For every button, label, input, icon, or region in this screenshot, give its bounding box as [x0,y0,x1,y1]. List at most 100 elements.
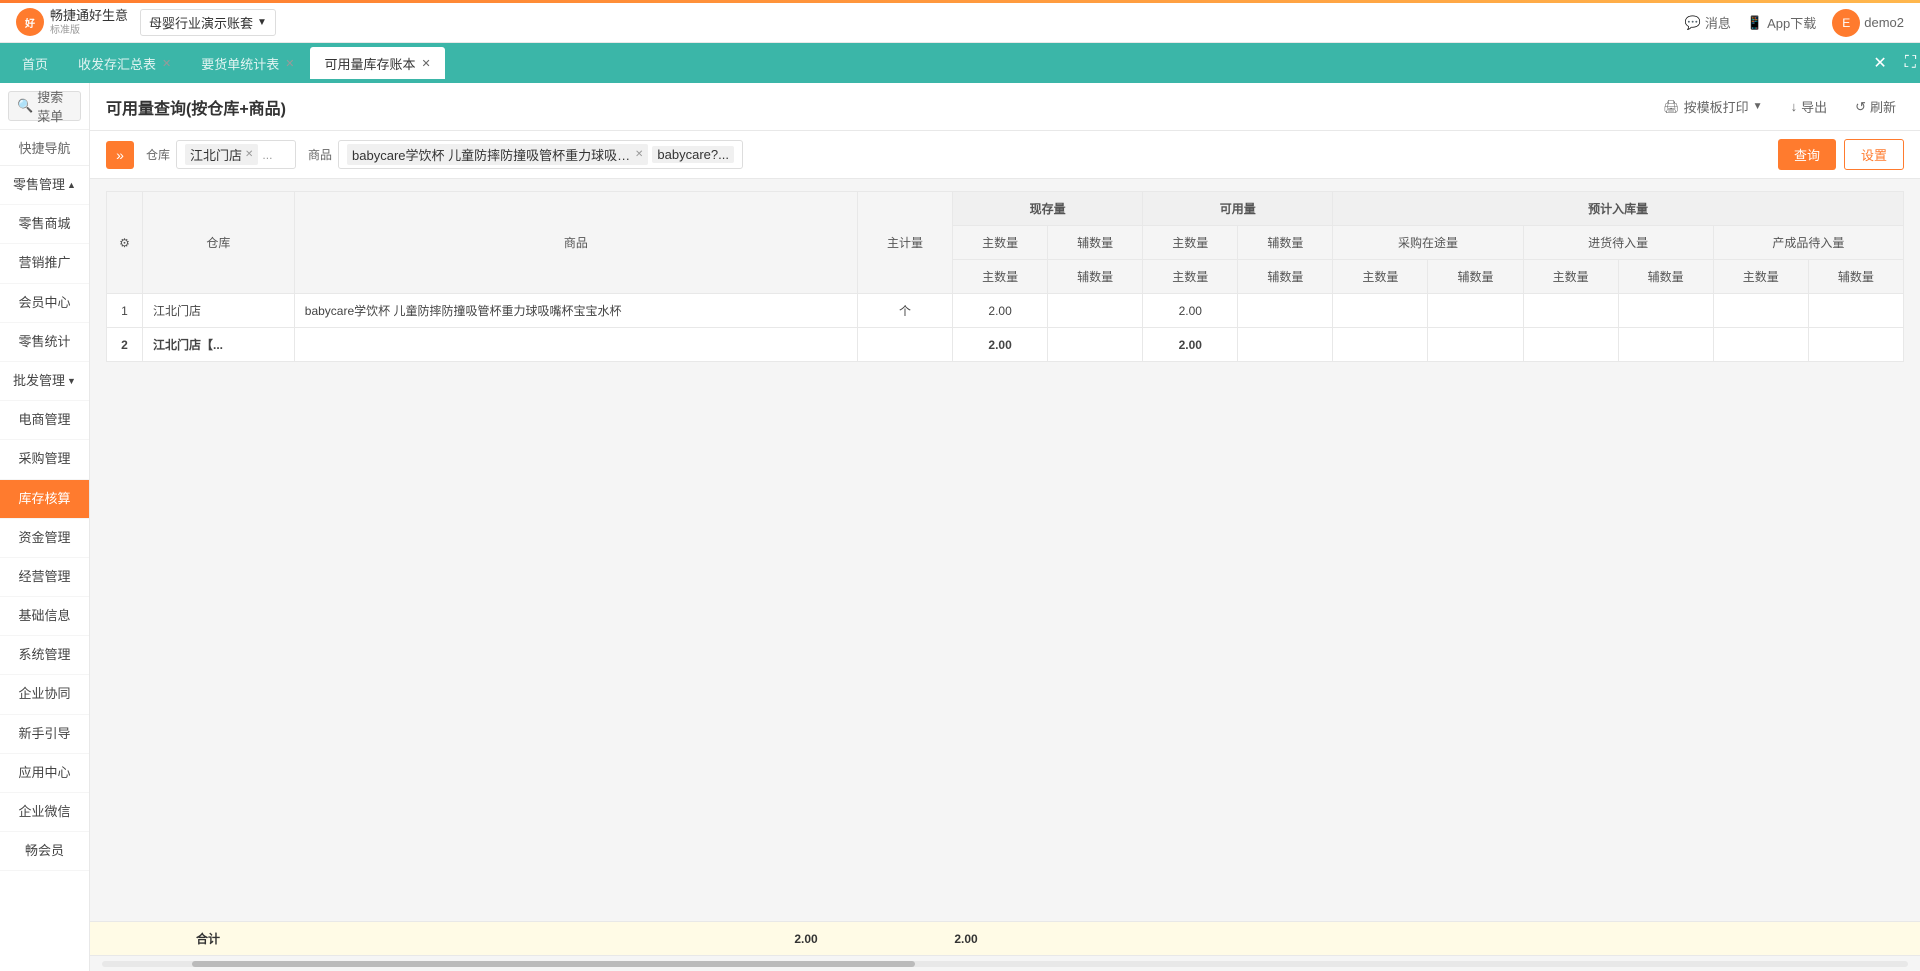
cell-pur-aux-1 [1428,294,1523,328]
sidebar-item-enterprise[interactable]: 企业协同 [0,675,89,714]
refresh-button[interactable]: ↺ 刷新 [1847,93,1904,120]
sidebar-item-vip[interactable]: 畅会员 [0,832,89,871]
th-settings[interactable]: ⚙ [107,192,143,294]
close-all-tabs[interactable]: ✕ [1869,49,1890,77]
sidebar-item-wholesale-mgmt[interactable]: 批发管理 ▼ [0,362,89,401]
product-label: 商品 [308,146,332,163]
footer-avail-total: 2.00 [926,932,1006,946]
sidebar-item-retail-mall[interactable]: 零售商城 [0,205,89,244]
th-ca2: 辅数量 [1048,260,1143,294]
sidebar-item-retail-mgmt[interactable]: 零售管理 ▲ [0,166,89,205]
app-download-action[interactable]: 📱 App下载 [1747,13,1816,32]
table-footer: 合计 2.00 2.00 [90,921,1920,955]
filter-area: » 仓库 江北门店 ✕ ... 商品 babycare学饮杯 儿童防摔防撞吸管杯… [90,131,1920,179]
chevron-icon: ▲ [67,179,76,192]
th-avail-main: 主数量 [1143,226,1238,260]
tab-order-stats[interactable]: 要货单统计表 ✕ [187,47,308,79]
sidebar-search: 🔍 搜索菜单 [0,83,89,130]
filter-actions: 查询 设置 [1778,139,1904,170]
industry-selector[interactable]: 母婴行业演示账套 ▼ [140,9,276,36]
close-receipt-summary[interactable]: ✕ [162,57,171,70]
cell-proin-aux-1 [1808,294,1903,328]
tab-home[interactable]: 首页 [8,47,62,79]
th-available: 可用量 [1143,192,1333,226]
export-button[interactable]: ↓ 导出 [1783,93,1836,120]
th-purchase-in: 进货待入量 [1523,226,1713,260]
tab-available-stock[interactable]: 可用量库存账本 ✕ [310,47,444,79]
cell-pin-main-2 [1523,328,1618,362]
tab-receipt-summary[interactable]: 收发存汇总表 ✕ [64,47,185,79]
cell-proin-main-1 [1713,294,1808,328]
sidebar-item-purchase[interactable]: 采购管理 [0,440,89,479]
query-button[interactable]: 查询 [1778,139,1836,170]
cell-index-2: 2 [107,328,143,362]
cell-pin-main-1 [1523,294,1618,328]
warehouse-tag-1: 江北门店 ✕ [185,144,258,165]
th-cm2: 主数量 [953,260,1048,294]
cell-current-aux-2 [1048,328,1143,362]
horizontal-scrollbar[interactable] [90,955,1920,971]
th-aa2: 辅数量 [1238,260,1333,294]
print-button[interactable]: 🖨 按模板打印 ▼ [1655,93,1770,120]
scroll-thumb[interactable] [192,961,914,967]
cell-proin-main-2 [1713,328,1808,362]
th-pin-main: 主数量 [1523,260,1618,294]
logo-icon: 好 [16,8,44,36]
nav-tabs: 首页 收发存汇总表 ✕ 要货单统计表 ✕ 可用量库存账本 ✕ ✕ ⛶ [0,43,1920,83]
setting-button[interactable]: 设置 [1844,139,1904,170]
search-icon: 🔍 [17,98,33,114]
product-tag-1-close[interactable]: ✕ [635,149,643,160]
page-title: 可用量查询(按仓库+商品) [106,95,286,119]
th-product: 商品 [294,192,857,294]
sidebar-item-system[interactable]: 系统管理 [0,636,89,675]
sidebar-item-newbie[interactable]: 新手引导 [0,715,89,754]
search-menu-button[interactable]: 🔍 搜索菜单 [8,91,81,121]
cell-product-1: babycare学饮杯 儿童防摔防撞吸管杯重力球吸嘴杯宝宝水杯 [294,294,857,328]
cell-current-main-1: 2.00 [953,294,1048,328]
warehouse-more[interactable]: ... [262,148,272,162]
product-tags-input[interactable]: babycare学饮杯 儿童防摔防撞吸管杯重力球吸嘴杯宝宝水杯 ✕ babyca… [338,140,743,169]
th-purchase: 采购在途量 [1333,226,1523,260]
top-bar: 好 畅捷通好生意 标准版 母婴行业演示账套 ▼ 💬 消息 📱 App下载 E d… [0,3,1920,43]
sidebar-item-ecommerce[interactable]: 电商管理 [0,401,89,440]
cell-warehouse-2: 江北门店【... [143,328,295,362]
close-available-stock[interactable]: ✕ [422,57,431,70]
chevron-icon: ▼ [67,375,76,388]
sidebar-item-app-center[interactable]: 应用中心 [0,754,89,793]
sidebar-item-retail-stats[interactable]: 零售统计 [0,323,89,362]
product-tag-1: babycare学饮杯 儿童防摔防撞吸管杯重力球吸嘴杯宝宝水杯 ✕ [347,144,648,165]
th-unit: 主计量 [857,192,952,294]
data-table: ⚙ 仓库 商品 主计量 现存量 可用量 预计入库量 主数量 辅数量 主数量 辅数… [106,191,1904,362]
th-current-stock: 现存量 [953,192,1143,226]
th-proin-aux: 辅数量 [1808,260,1903,294]
chevron-down-icon: ▼ [1753,101,1763,112]
cell-pur-aux-2 [1428,328,1523,362]
warehouse-tag-1-close[interactable]: ✕ [245,149,253,160]
sidebar-item-operations[interactable]: 经营管理 [0,558,89,597]
mobile-icon: 📱 [1747,15,1763,31]
user-action[interactable]: E demo2 [1832,9,1904,37]
th-warehouse: 仓库 [143,192,295,294]
expand-icon[interactable]: ⛶ [1901,50,1920,76]
close-order-stats[interactable]: ✕ [285,57,294,70]
message-action[interactable]: 💬 消息 [1685,13,1731,32]
sidebar-item-finance[interactable]: 资金管理 [0,519,89,558]
footer-label: 合计 [196,930,766,947]
logo-text: 畅捷通好生意 标准版 [50,8,128,38]
cell-pur-main-2 [1333,328,1428,362]
sidebar-item-basic-info[interactable]: 基础信息 [0,597,89,636]
sidebar-item-marketing[interactable]: 营销推广 [0,244,89,283]
table-row: 2 江北门店【... 2.00 2.00 [107,328,1904,362]
sidebar-item-member-center[interactable]: 会员中心 [0,284,89,323]
sidebar-item-inventory[interactable]: 库存核算 [0,480,89,519]
logo: 好 畅捷通好生意 标准版 [16,8,128,38]
cell-proin-aux-2 [1808,328,1903,362]
sidebar-item-enterprise-wechat[interactable]: 企业微信 [0,793,89,832]
warehouse-tags-input[interactable]: 江北门店 ✕ ... [176,140,296,169]
quick-nav-button[interactable]: 快捷导航 [0,130,89,166]
cell-pin-aux-2 [1618,328,1713,362]
print-icon: 🖨 [1663,99,1680,115]
chevron-down-icon: ▼ [257,17,267,28]
cell-unit-2 [857,328,952,362]
filter-expand-button[interactable]: » [106,141,134,169]
